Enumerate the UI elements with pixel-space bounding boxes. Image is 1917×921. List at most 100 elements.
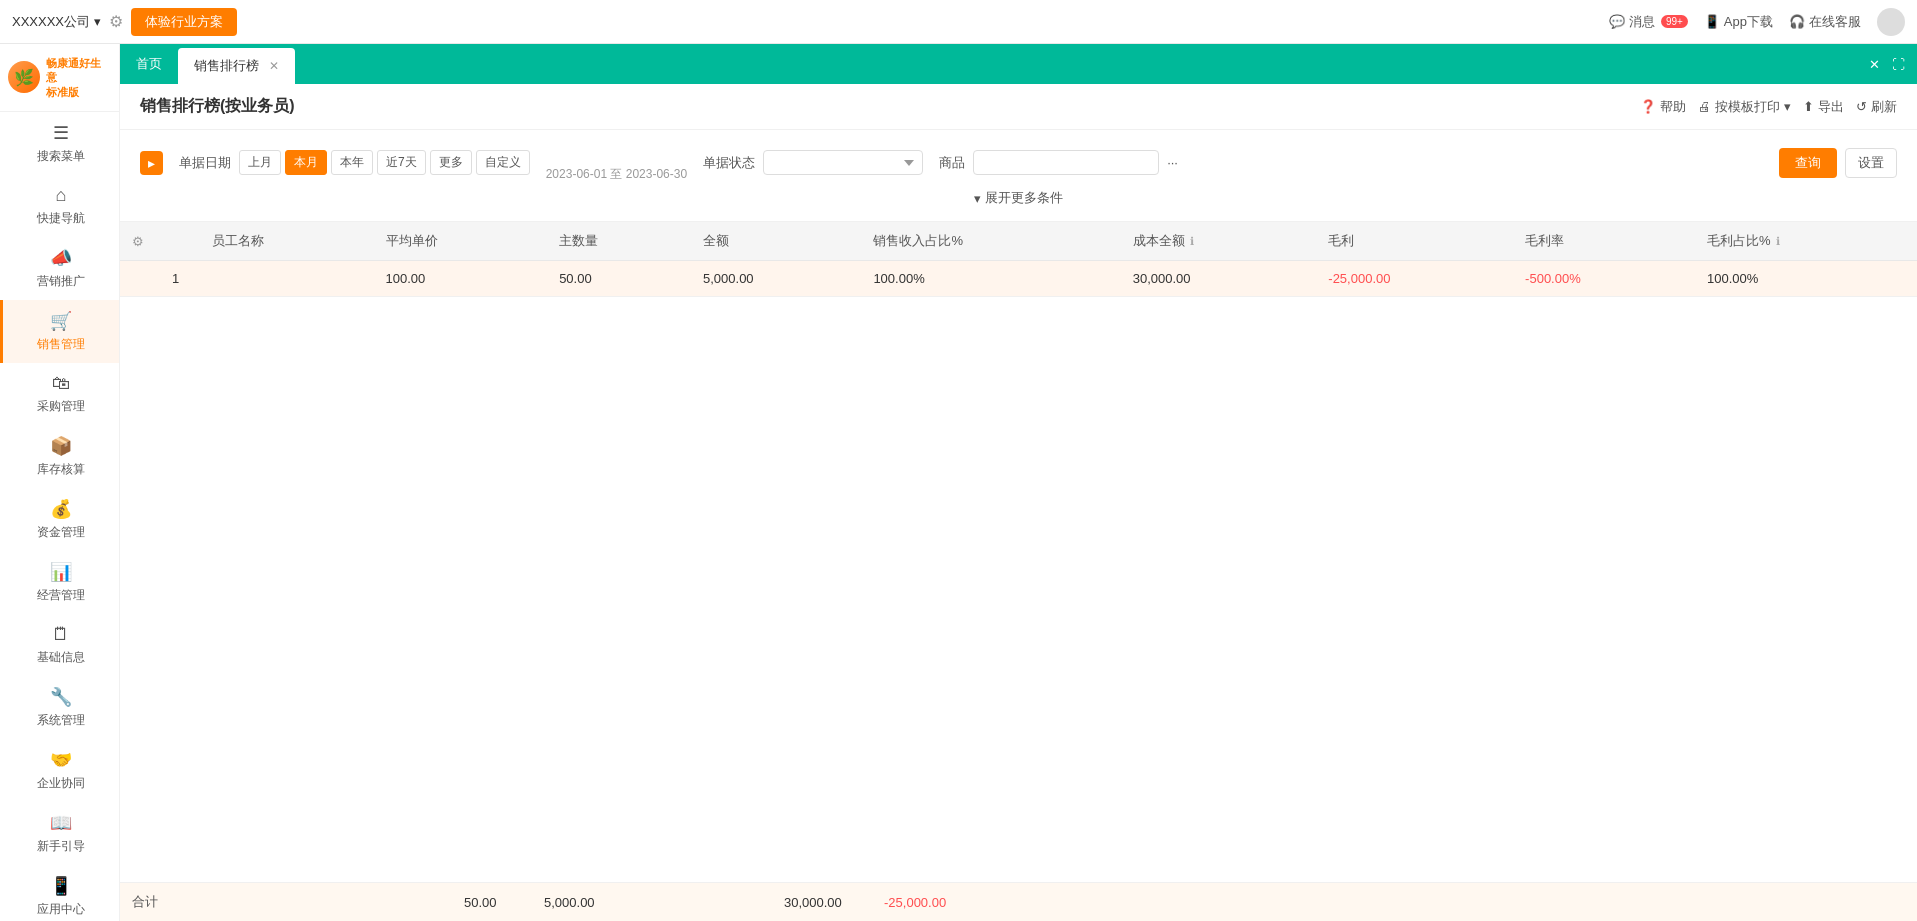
refresh-button[interactable]: ↺ 刷新 <box>1856 98 1897 116</box>
td-avg-price: 100.00 <box>374 261 548 297</box>
sidebar-item-finance[interactable]: 💰 资金管理 <box>0 488 119 551</box>
help-button[interactable]: ❓ 帮助 <box>1640 98 1686 116</box>
date-btn-last-month[interactable]: 上月 <box>239 150 281 175</box>
sidebar-item-sales[interactable]: 🛒 销售管理 <box>0 300 119 363</box>
app-icon: 📱 <box>1704 14 1720 29</box>
th-avg-price: 平均单价 <box>374 222 548 261</box>
th-quantity: 主数量 <box>547 222 691 261</box>
data-table: ⚙ 员工名称 平均单价 主数量 全额 销售收入占比% 成本全额 ℹ <box>120 222 1917 297</box>
sidebar-item-cooperation[interactable]: 🤝 企业协同 <box>0 739 119 802</box>
sidebar-item-base-info[interactable]: 🗒 基础信息 <box>0 614 119 676</box>
footer-amount: 5,000.00 <box>532 895 632 910</box>
status-filter-item: 单据状态 <box>703 150 923 175</box>
table-header-row: ⚙ 员工名称 平均单价 主数量 全额 销售收入占比% 成本全额 ℹ <box>120 222 1917 261</box>
tab-home-label: 首页 <box>136 55 162 73</box>
sidebar-item-search[interactable]: ☰ 搜索菜单 <box>0 112 119 175</box>
user-avatar-area[interactable] <box>1877 8 1905 36</box>
filter-toggle-btn[interactable]: ▸ <box>140 151 163 175</box>
more-filter-icon[interactable]: ··· <box>1167 155 1178 170</box>
sidebar-label-quick-nav: 快捷导航 <box>37 210 85 227</box>
company-selector[interactable]: XXXXXX公司 ▾ <box>12 13 101 31</box>
cost-info-icon[interactable]: ℹ <box>1190 235 1194 247</box>
tab-home[interactable]: 首页 <box>120 44 178 84</box>
expand-more-area: ▾ 展开更多条件 <box>140 183 1897 209</box>
print-chevron-icon: ▾ <box>1784 99 1791 114</box>
query-settings-area: 查询 设置 <box>1779 148 1897 178</box>
footer-quantity: 50.00 <box>452 895 532 910</box>
company-name: XXXXXX公司 <box>12 13 90 31</box>
trial-button[interactable]: 体验行业方案 <box>131 8 237 36</box>
finance-icon: 💰 <box>50 498 72 520</box>
sidebar-item-system[interactable]: 🔧 系统管理 <box>0 676 119 739</box>
logo-text: 畅康通好生意 标准版 <box>46 56 111 99</box>
gross-pct-info-icon[interactable]: ℹ <box>1776 235 1780 247</box>
date-btn-7days[interactable]: 近7天 <box>377 150 426 175</box>
inventory-icon: 📦 <box>50 435 72 457</box>
app-download-btn[interactable]: 📱 App下载 <box>1704 13 1773 31</box>
goods-input[interactable] <box>973 150 1159 175</box>
th-name: 员工名称 <box>200 222 374 261</box>
sidebar-item-quick-nav[interactable]: ⌂ 快捷导航 <box>0 175 119 237</box>
sidebar-label-finance: 资金管理 <box>37 524 85 541</box>
td-quantity: 50.00 <box>547 261 691 297</box>
td-settings <box>120 261 160 297</box>
td-name <box>200 261 374 297</box>
operation-icon: 📊 <box>50 561 72 583</box>
sidebar-logo: 🌿 畅康通好生意 标准版 <box>0 44 119 112</box>
tab-sales-rank[interactable]: 销售排行榜 ✕ <box>178 48 295 84</box>
sidebar-item-app-center[interactable]: 📱 应用中心 <box>0 865 119 921</box>
th-cost: 成本全额 ℹ <box>1121 222 1317 261</box>
sidebar-item-newbie[interactable]: 📖 新手引导 <box>0 802 119 865</box>
settings-icon[interactable]: ⚙ <box>109 12 123 31</box>
main-layout: 🌿 畅康通好生意 标准版 ☰ 搜索菜单 ⌂ 快捷导航 📣 营销推广 🛒 销售管理… <box>0 44 1917 921</box>
th-settings: ⚙ <box>120 222 160 261</box>
app-download-label: App下载 <box>1724 13 1773 31</box>
message-btn[interactable]: 💬 消息 99+ <box>1609 13 1688 31</box>
td-rank: 1 <box>160 261 200 297</box>
expand-chevron-icon: ▾ <box>974 191 981 206</box>
date-btn-custom[interactable]: 自定义 <box>476 150 530 175</box>
gear-icon[interactable]: ⚙ <box>132 234 144 249</box>
tab-expand-icon[interactable]: ⛶ <box>1892 57 1905 72</box>
sidebar-label-operation: 经营管理 <box>37 587 85 604</box>
th-gross: 毛利 <box>1316 222 1513 261</box>
td-amount: 5,000.00 <box>691 261 861 297</box>
table-footer: 合计 50.00 5,000.00 30,000.00 -25,000.00 <box>120 882 1917 921</box>
sidebar-label-cooperation: 企业协同 <box>37 775 85 792</box>
sidebar-item-purchase[interactable]: 🛍 采购管理 <box>0 363 119 425</box>
date-filter-label: 单据日期 <box>179 154 231 172</box>
sidebar-item-marketing[interactable]: 📣 营销推广 <box>0 237 119 300</box>
base-info-icon: 🗒 <box>52 624 70 645</box>
home-icon: ⌂ <box>56 185 67 206</box>
status-select[interactable] <box>763 150 923 175</box>
date-btn-more[interactable]: 更多 <box>430 150 472 175</box>
system-icon: 🔧 <box>50 686 72 708</box>
td-cost: 30,000.00 <box>1121 261 1317 297</box>
settings-btn[interactable]: 设置 <box>1845 148 1897 178</box>
sidebar-item-operation[interactable]: 📊 经营管理 <box>0 551 119 614</box>
export-button[interactable]: ⬆ 导出 <box>1803 98 1844 116</box>
print-icon: 🖨 <box>1698 99 1711 114</box>
td-gross: -25,000.00 <box>1316 261 1513 297</box>
status-filter-label: 单据状态 <box>703 154 755 172</box>
date-btn-this-month[interactable]: 本月 <box>285 150 327 175</box>
footer-cost: 30,000.00 <box>772 895 872 910</box>
purchase-icon: 🛍 <box>52 373 70 394</box>
print-template-button[interactable]: 🖨 按模板打印 ▾ <box>1698 98 1791 116</box>
page-content: 销售排行榜(按业务员) ❓ 帮助 🖨 按模板打印 ▾ ⬆ 导出 <box>120 84 1917 921</box>
sidebar-label-sales: 销售管理 <box>37 336 85 353</box>
goods-filter-label: 商品 <box>939 154 965 172</box>
tab-sales-rank-label: 销售排行榜 <box>194 57 259 75</box>
sidebar-item-inventory[interactable]: 📦 库存核算 <box>0 425 119 488</box>
online-service-btn[interactable]: 🎧 在线客服 <box>1789 13 1861 31</box>
expand-more-btn[interactable]: ▾ 展开更多条件 <box>974 189 1063 207</box>
message-label: 消息 <box>1629 13 1655 31</box>
date-btn-this-year[interactable]: 本年 <box>331 150 373 175</box>
tab-close-all-icon[interactable]: ✕ <box>1869 57 1880 72</box>
footer-total-label: 合计 <box>132 893 452 911</box>
company-dropdown-icon: ▾ <box>94 14 101 29</box>
logo-text-line1: 畅康通好生意 <box>46 56 111 85</box>
tab-close-icon[interactable]: ✕ <box>269 59 279 73</box>
marketing-icon: 📣 <box>50 247 72 269</box>
query-button[interactable]: 查询 <box>1779 148 1837 178</box>
